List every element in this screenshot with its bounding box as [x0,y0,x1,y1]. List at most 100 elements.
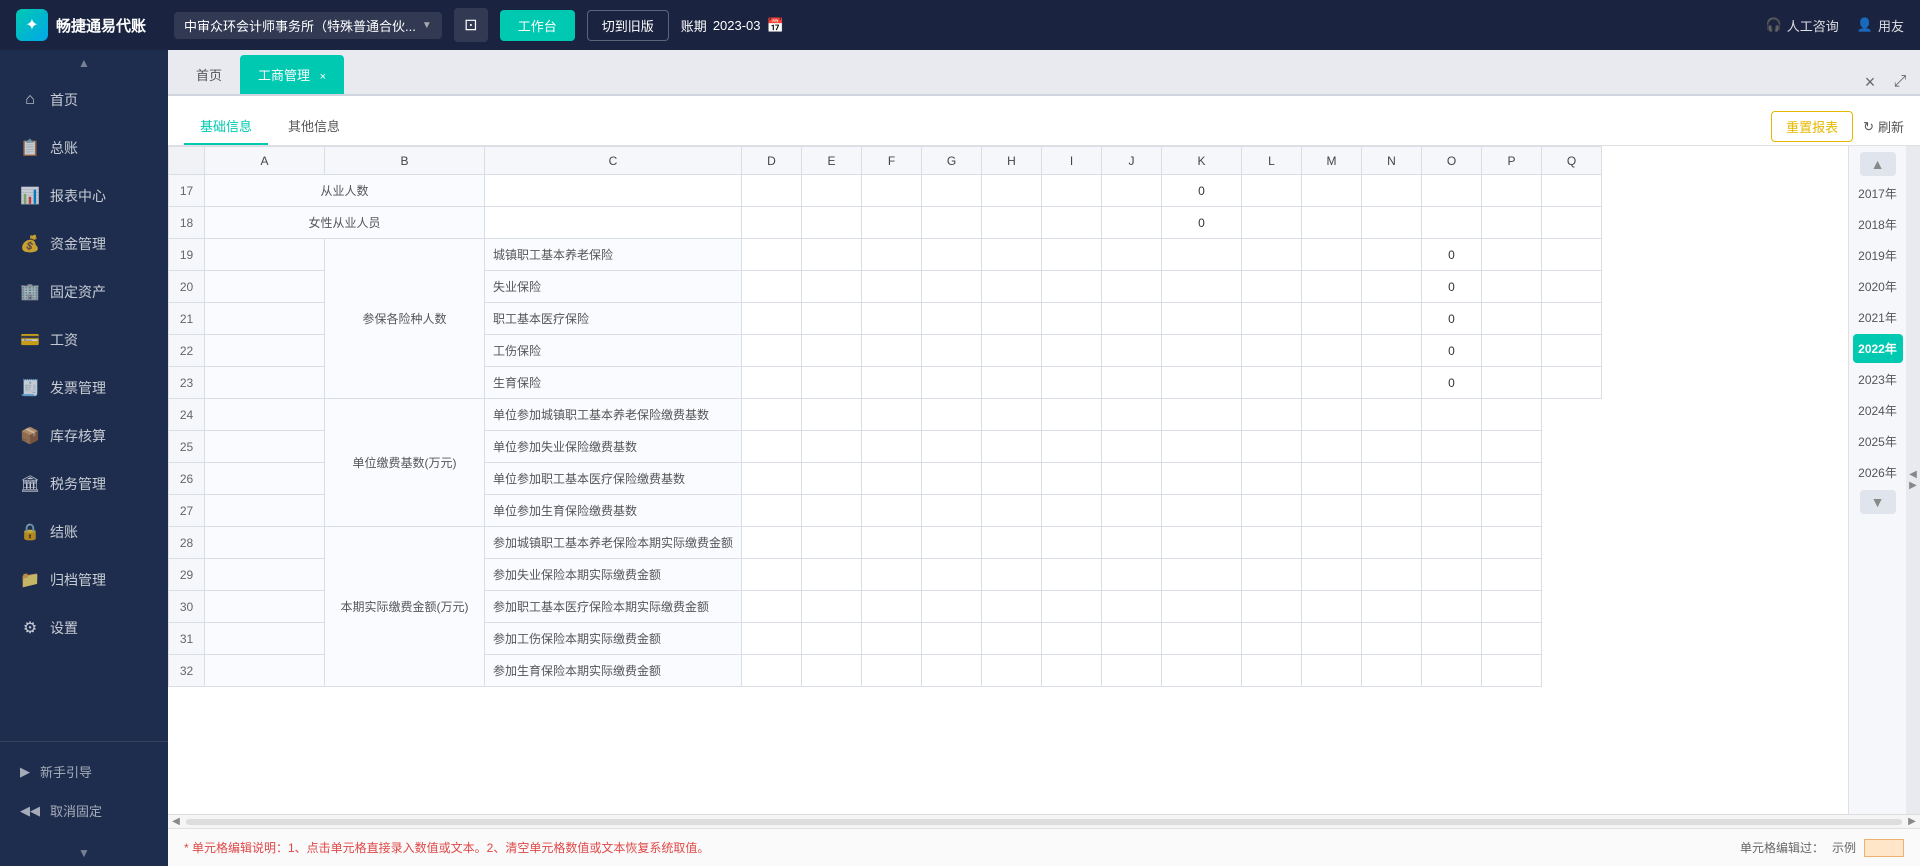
cell-18-N[interactable] [1362,207,1422,239]
sidebar-item-settings[interactable]: ⚙ 设置 [0,604,168,652]
tab-home[interactable]: 首页 [178,55,240,94]
sidebar-item-reports[interactable]: 📊 报表中心 [0,172,168,220]
cell-18-C[interactable] [485,207,742,239]
cell-19-N[interactable] [1362,239,1422,271]
cell-19-B[interactable]: 参保各险种人数 [325,239,485,399]
cell-18-A[interactable]: 女性从业人员 [205,207,485,239]
cell-18-I[interactable] [1042,207,1102,239]
cell-17-H[interactable] [982,175,1042,207]
spreadsheet-main[interactable]: A B C D E F G H I J K L [168,146,1848,814]
cell-18-Q[interactable] [1542,207,1602,239]
right-panel-toggle[interactable]: ◀ ▶ [1906,146,1920,814]
refresh-button[interactable]: ↻ 刷新 [1863,117,1904,136]
sidebar-item-archive[interactable]: 📁 归档管理 [0,556,168,604]
cell-18-H[interactable] [982,207,1042,239]
year-item-2022[interactable]: 2022年 [1853,334,1903,363]
switch-version-button[interactable]: 切到旧版 [587,10,669,41]
cell-18-M[interactable] [1302,207,1362,239]
tab-close-icon[interactable]: × [320,71,326,83]
sub-tab-basic[interactable]: 基础信息 [184,108,268,145]
sidebar-item-payroll[interactable]: 💳 工资 [0,316,168,364]
company-icon-btn[interactable]: ⊡ [454,8,488,42]
cell-17-D[interactable] [742,175,802,207]
scroll-left-btn[interactable]: ◀ [168,815,184,829]
company-selector[interactable]: 中审众环会计师事务所（特殊普通合伙... ▼ [174,12,442,39]
cell-17-O[interactable] [1422,175,1482,207]
sidebar-item-closing[interactable]: 🔒 结账 [0,508,168,556]
cell-17-J[interactable] [1102,175,1162,207]
window-expand-button[interactable]: ⤢ [1888,70,1912,94]
cell-18-G[interactable] [922,207,982,239]
cell-19-Q[interactable] [1542,239,1602,271]
year-nav-up[interactable]: ▲ [1860,152,1896,176]
year-item-2023[interactable]: 2023年 [1853,365,1903,394]
cell-19-H[interactable] [982,239,1042,271]
year-nav-down[interactable]: ▼ [1860,490,1896,514]
user-area[interactable]: 👤 用友 [1857,16,1904,35]
sidebar-item-invoice[interactable]: 🧾 发票管理 [0,364,168,412]
cell-19-L[interactable] [1242,239,1302,271]
year-item-2021[interactable]: 2021年 [1853,303,1903,332]
cell-18-F[interactable] [862,207,922,239]
workbench-button[interactable]: 工作台 [500,10,575,41]
year-item-2019[interactable]: 2019年 [1853,241,1903,270]
cell-17-K[interactable]: 0 [1162,175,1242,207]
cell-17-M[interactable] [1302,175,1362,207]
cell-18-E[interactable] [802,207,862,239]
cell-19-E[interactable] [802,239,862,271]
cell-19-K[interactable] [1162,239,1242,271]
cell-18-P[interactable] [1482,207,1542,239]
reset-report-button[interactable]: 重置报表 [1771,111,1853,142]
cell-17-P[interactable] [1482,175,1542,207]
cell-19-G[interactable] [922,239,982,271]
sub-tab-other[interactable]: 其他信息 [272,108,356,145]
cell-17-G[interactable] [922,175,982,207]
cell-17-N[interactable] [1362,175,1422,207]
scroll-right-btn[interactable]: ▶ [1904,815,1920,829]
year-item-2026[interactable]: 2026年 [1853,458,1903,487]
sidebar-scroll-down[interactable]: ▼ [0,840,168,866]
calendar-icon[interactable]: 📅 [767,17,784,34]
sidebar-item-inventory[interactable]: 📦 库存核算 [0,412,168,460]
cell-19-C[interactable]: 城镇职工基本养老保险 [485,239,742,271]
year-item-2018[interactable]: 2018年 [1853,210,1903,239]
cell-18-J[interactable] [1102,207,1162,239]
cell-18-O[interactable] [1422,207,1482,239]
year-item-2020[interactable]: 2020年 [1853,272,1903,301]
cell-20-C[interactable]: 失业保险 [485,271,742,303]
cell-17-L[interactable] [1242,175,1302,207]
cell-19-M[interactable] [1302,239,1362,271]
cell-19-I[interactable] [1042,239,1102,271]
sidebar-item-funds[interactable]: 💰 资金管理 [0,220,168,268]
cell-17-F[interactable] [862,175,922,207]
horizontal-scrollbar[interactable]: ◀ ▶ [168,814,1920,828]
scroll-track[interactable] [186,819,1902,825]
cell-18-K[interactable]: 0 [1162,207,1242,239]
cell-18-L[interactable] [1242,207,1302,239]
ai-consultation[interactable]: 🎧 人工咨询 [1766,16,1839,35]
sidebar-item-assets[interactable]: 🏢 固定资产 [0,268,168,316]
cell-19-J[interactable] [1102,239,1162,271]
cell-17-I[interactable] [1042,175,1102,207]
cell-18-D[interactable] [742,207,802,239]
cell-19-F[interactable] [862,239,922,271]
year-item-2024[interactable]: 2024年 [1853,396,1903,425]
cell-19-D[interactable] [742,239,802,271]
year-item-2017[interactable]: 2017年 [1853,179,1903,208]
sidebar-new-guide[interactable]: ▶ 新手引导 [0,752,168,791]
cell-20-A[interactable] [205,271,325,303]
tab-business-management[interactable]: 工商管理 × [240,55,344,94]
cell-17-Q[interactable] [1542,175,1602,207]
cell-17-C[interactable] [485,175,742,207]
window-close-button[interactable]: × [1858,70,1882,94]
sidebar-unpin[interactable]: ◀◀ 取消固定 [0,791,168,830]
year-item-2025[interactable]: 2025年 [1853,427,1903,456]
sidebar-item-home[interactable]: ⌂ 首页 [0,76,168,124]
cell-19-O[interactable]: 0 [1422,239,1482,271]
cell-19-P[interactable] [1482,239,1542,271]
cell-17-A[interactable]: 从业人数 [205,175,485,207]
cell-17-E[interactable] [802,175,862,207]
sidebar-scroll-up[interactable]: ▲ [0,50,168,76]
sidebar-item-tax[interactable]: 🏛 税务管理 [0,460,168,508]
cell-19-A[interactable] [205,239,325,271]
